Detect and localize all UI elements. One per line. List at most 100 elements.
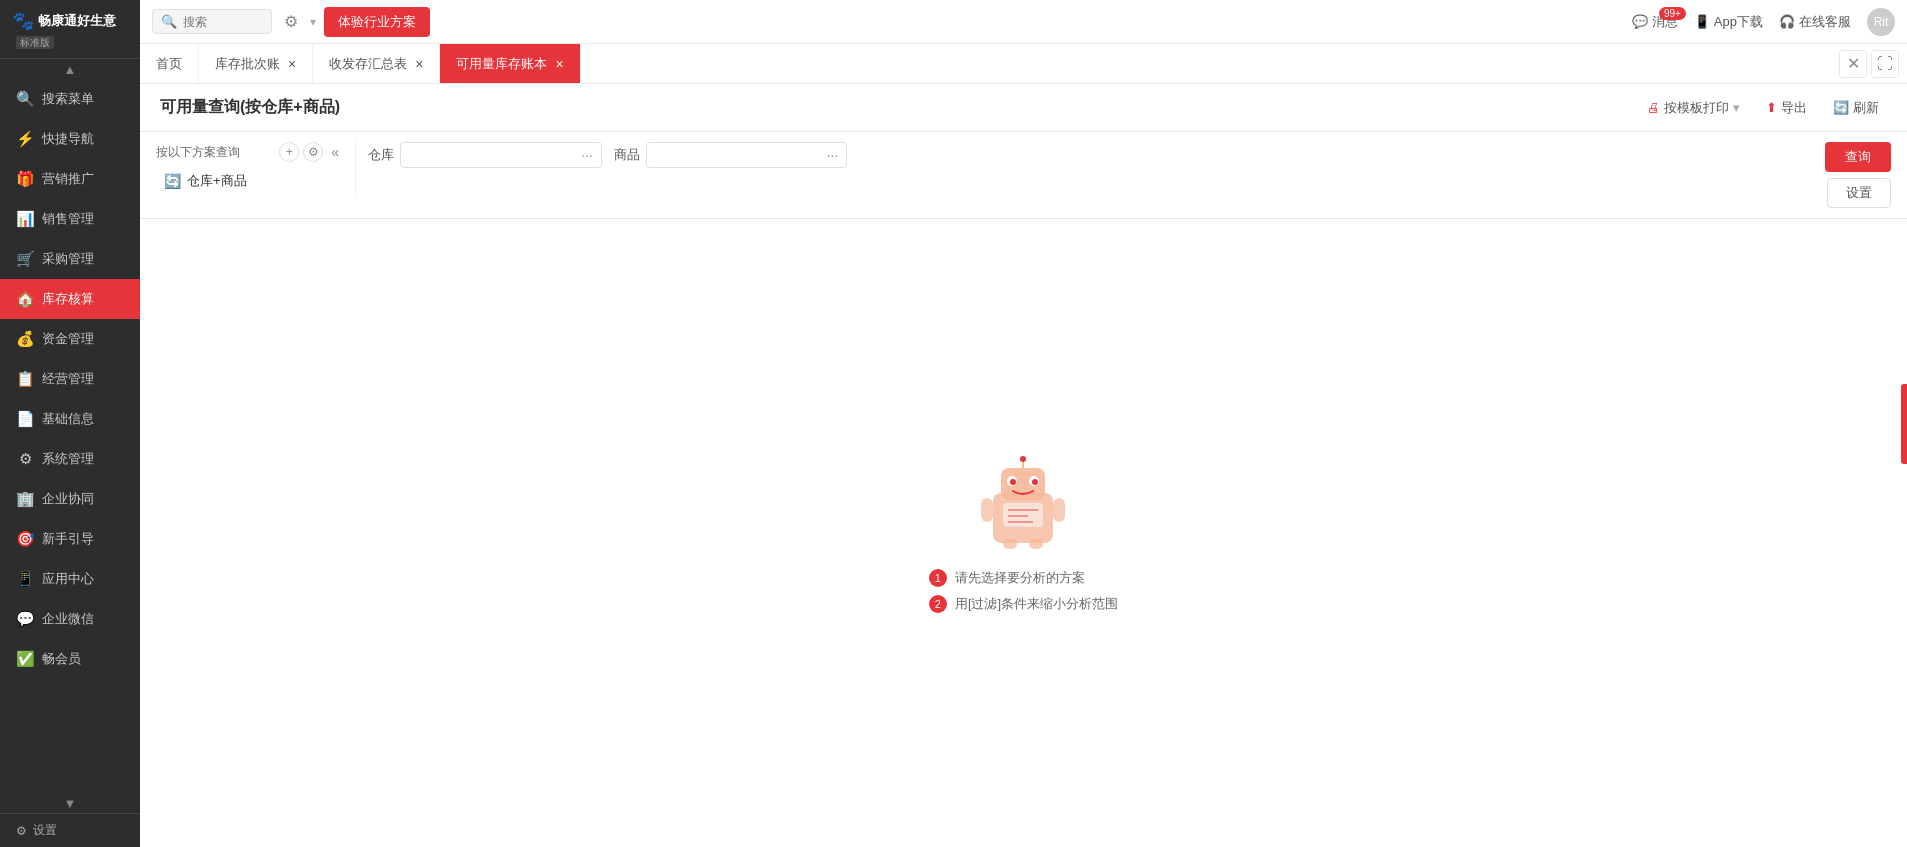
app-name: 畅康通好生意: [38, 12, 116, 30]
refresh-button[interactable]: 🔄 刷新: [1825, 95, 1887, 121]
filter-row-1: 仓库 ··· 商品 ···: [368, 142, 1813, 168]
export-icon: ⬆: [1766, 100, 1777, 115]
sidebar-item-newguide[interactable]: 🎯 新手引导: [0, 519, 140, 559]
page-header: 可用量查询(按仓库+商品) 🖨 按模板打印 ▾ ⬆ 导出 🔄 刷新: [140, 84, 1907, 132]
query-button[interactable]: 查询: [1825, 142, 1891, 172]
main-area: 🔍 ⚙ ▾ 体验行业方案 💬 消息 99+ 📱 App下载 🎧 在线客服 Rit: [140, 0, 1907, 847]
sidebar-item-wechat[interactable]: 💬 企业微信: [0, 599, 140, 639]
sidebar-item-label: 畅会员: [42, 650, 81, 668]
search-input[interactable]: [183, 15, 263, 29]
filter-right-actions: 查询 设置: [1825, 142, 1891, 208]
tab-close-all-button[interactable]: ✕: [1839, 50, 1867, 78]
mobile-download-icon: 📱: [1694, 14, 1710, 29]
tip-text-1: 请先选择要分析的方案: [955, 569, 1085, 587]
notification-badge: 99+: [1659, 7, 1686, 20]
sidebar-item-finance[interactable]: 💰 资金管理: [0, 319, 140, 359]
mobile-icon: 📱: [16, 570, 34, 588]
scheme-sync-icon: 🔄: [164, 173, 181, 189]
setting-button[interactable]: 设置: [1827, 178, 1891, 208]
scheme-item-label: 仓库+商品: [187, 172, 247, 190]
online-service-button[interactable]: 🎧 在线客服: [1779, 13, 1851, 31]
tab-available-stock-close[interactable]: ×: [555, 57, 563, 71]
print-dropdown-icon[interactable]: ▾: [1733, 100, 1740, 115]
tab-home[interactable]: 首页: [140, 44, 199, 83]
collapse-button[interactable]: «: [327, 142, 343, 162]
chat-icon: 💬: [16, 610, 34, 628]
chart-icon: 📊: [16, 210, 34, 228]
sidebar-item-purchase[interactable]: 🛒 采购管理: [0, 239, 140, 279]
sidebar-item-inventory[interactable]: 🏠 库存核算: [0, 279, 140, 319]
export-button[interactable]: ⬆ 导出: [1758, 95, 1815, 121]
clipboard-icon: 📋: [16, 370, 34, 388]
sidebar-item-label: 经营管理: [42, 370, 94, 388]
product-more-icon[interactable]: ···: [827, 147, 839, 163]
product-text-input[interactable]: [655, 148, 823, 163]
tab-home-label: 首页: [156, 55, 182, 73]
user-name: Rit: [1874, 15, 1889, 29]
empty-illustration: [973, 453, 1073, 553]
filter-field-product: 商品 ···: [614, 142, 848, 168]
add-scheme-button[interactable]: +: [279, 142, 299, 162]
tab-available-stock[interactable]: 可用量库存账本 ×: [440, 44, 580, 83]
user-avatar[interactable]: Rit: [1867, 8, 1895, 36]
filter-scheme-panel: 按以下方案查询 + ⚙ « 🔄 仓库+商品: [156, 142, 356, 194]
app-download-label: App下载: [1714, 13, 1763, 31]
warehouse-input[interactable]: ···: [400, 142, 602, 168]
tabbar: 首页 库存批次账 × 收发存汇总表 × 可用量库存账本 × ✕ ⛶: [140, 44, 1907, 84]
product-input[interactable]: ···: [646, 142, 848, 168]
sidebar-item-biz[interactable]: 📋 经营管理: [0, 359, 140, 399]
target-icon: 🎯: [16, 530, 34, 548]
empty-tips: 1 请先选择要分析的方案 2 用[过滤]条件来缩小分析范围: [929, 569, 1118, 613]
sidebar-item-basic[interactable]: 📄 基础信息: [0, 399, 140, 439]
sidebar-item-system[interactable]: ⚙ 系统管理: [0, 439, 140, 479]
sidebar-item-enterprise[interactable]: 🏢 企业协同: [0, 479, 140, 519]
app-download-button[interactable]: 📱 App下载: [1694, 13, 1763, 31]
gift-icon: 🎁: [16, 170, 34, 188]
warehouse-more-icon[interactable]: ···: [581, 147, 593, 163]
tab-batch-account[interactable]: 库存批次账 ×: [199, 44, 313, 83]
notification-button[interactable]: 💬 消息 99+: [1632, 13, 1678, 31]
cart-icon: 🛒: [16, 250, 34, 268]
empty-tip-1: 1 请先选择要分析的方案: [929, 569, 1118, 587]
settings-icon: ⚙: [16, 824, 27, 838]
right-edge-indicator: [1901, 384, 1907, 464]
scheme-actions: + ⚙ «: [279, 142, 343, 162]
scheme-item-warehouse[interactable]: 🔄 仓库+商品: [156, 168, 343, 194]
svg-rect-9: [1053, 498, 1065, 522]
search-icon: 🔍: [161, 14, 177, 29]
print-button[interactable]: 🖨 按模板打印 ▾: [1639, 95, 1748, 121]
scheme-label: 按以下方案查询: [156, 144, 240, 161]
sidebar-scroll-down[interactable]: ▼: [0, 793, 140, 813]
sidebar-item-appcenter[interactable]: 📱 应用中心: [0, 559, 140, 599]
sidebar-item-search[interactable]: 🔍 搜索菜单: [0, 79, 140, 119]
sidebar-item-label: 企业协同: [42, 490, 94, 508]
home-icon: 🏠: [16, 290, 34, 308]
money-icon: 💰: [16, 330, 34, 348]
empty-tip-2: 2 用[过滤]条件来缩小分析范围: [929, 595, 1118, 613]
topbar-dropdown-icon[interactable]: ▾: [310, 15, 316, 29]
warehouse-text-input[interactable]: [409, 148, 577, 163]
settings-gear-icon[interactable]: ⚙: [280, 8, 302, 35]
svg-rect-12: [1003, 503, 1043, 527]
sidebar-item-shortcut[interactable]: ⚡ 快捷导航: [0, 119, 140, 159]
industry-solution-button[interactable]: 体验行业方案: [324, 7, 430, 37]
tab-receipt-summary-close[interactable]: ×: [415, 57, 423, 71]
shortcut-icon: ⚡: [16, 130, 34, 148]
tab-expand-button[interactable]: ⛶: [1871, 50, 1899, 78]
sidebar-item-label: 基础信息: [42, 410, 94, 428]
manage-scheme-button[interactable]: ⚙: [303, 142, 323, 162]
sidebar-item-sales[interactable]: 📊 销售管理: [0, 199, 140, 239]
vip-icon: ✅: [16, 650, 34, 668]
sidebar-bottom[interactable]: ⚙ 设置: [0, 813, 140, 847]
sidebar-item-marketing[interactable]: 🎁 营销推广: [0, 159, 140, 199]
sidebar-scroll-up[interactable]: ▲: [0, 59, 140, 79]
tab-receipt-summary[interactable]: 收发存汇总表 ×: [313, 44, 440, 83]
tab-batch-account-close[interactable]: ×: [288, 57, 296, 71]
sidebar-item-label: 企业微信: [42, 610, 94, 628]
page-actions: 🖨 按模板打印 ▾ ⬆ 导出 🔄 刷新: [1639, 95, 1887, 121]
filter-fields: 仓库 ··· 商品 ···: [368, 142, 1813, 168]
building-icon: 🏢: [16, 490, 34, 508]
topbar-search-box[interactable]: 🔍: [152, 9, 272, 34]
sidebar-item-vip[interactable]: ✅ 畅会员: [0, 639, 140, 679]
sidebar: 🐾 畅康通好生意 标准版 ▲ 🔍 搜索菜单 ⚡ 快捷导航 🎁 营销推广 📊 销售…: [0, 0, 140, 847]
